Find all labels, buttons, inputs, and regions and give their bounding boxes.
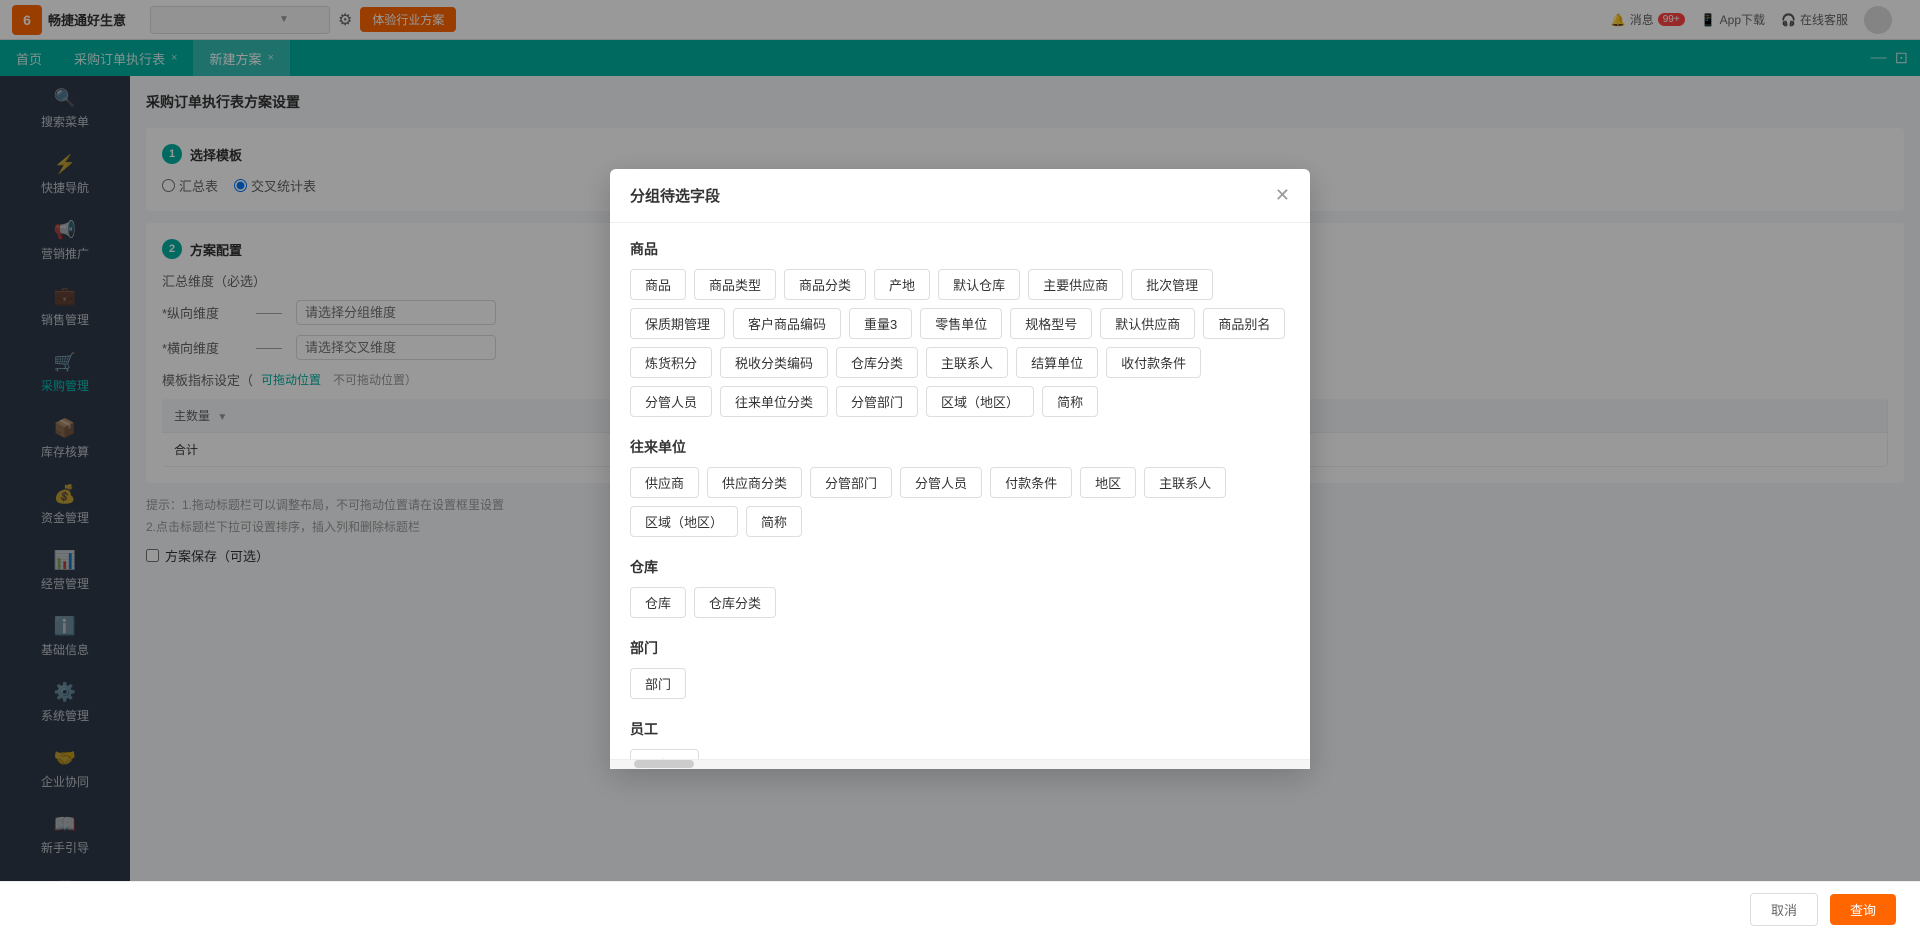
modal-body: 商品商品商品类型商品分类产地默认仓库主要供应商批次管理保质期管理客户商品编码重量… xyxy=(610,223,1310,759)
field-tag-2-1[interactable]: 仓库分类 xyxy=(694,587,776,618)
field-tag-1-7[interactable]: 区域（地区） xyxy=(630,506,738,537)
field-tag-1-3[interactable]: 分管人员 xyxy=(900,467,982,498)
field-tag-0-17[interactable]: 主联系人 xyxy=(926,347,1008,378)
field-tags-0: 商品商品类型商品分类产地默认仓库主要供应商批次管理保质期管理客户商品编码重量3 零… xyxy=(630,269,1290,417)
field-tag-1-1[interactable]: 供应商分类 xyxy=(707,467,802,498)
field-tags-2: 仓库仓库分类 xyxy=(630,587,1290,618)
field-tag-0-18[interactable]: 结算单位 xyxy=(1016,347,1098,378)
field-section-title-4: 员工 xyxy=(630,719,1290,739)
hscroll-thumb[interactable] xyxy=(634,760,694,768)
modal-close-icon[interactable]: ✕ xyxy=(1275,185,1290,206)
modal-cancel-button[interactable]: 取消 xyxy=(1750,893,1818,926)
field-tag-0-24[interactable]: 简称 xyxy=(1042,386,1098,417)
modal-overlay: 分组待选字段 ✕ 商品商品商品类型商品分类产地默认仓库主要供应商批次管理保质期管… xyxy=(0,0,1920,937)
field-tag-0-0[interactable]: 商品 xyxy=(630,269,686,300)
field-section-title-2: 仓库 xyxy=(630,557,1290,577)
field-section-1: 往来单位供应商供应商分类分管部门分管人员付款条件地区主联系人区域（地区） 简称 xyxy=(630,437,1290,537)
field-section-title-0: 商品 xyxy=(630,239,1290,259)
field-tag-0-19[interactable]: 收付款条件 xyxy=(1106,347,1201,378)
field-tag-0-20[interactable]: 分管人员 xyxy=(630,386,712,417)
field-tag-0-3[interactable]: 产地 xyxy=(874,269,930,300)
field-tag-0-1[interactable]: 商品类型 xyxy=(694,269,776,300)
field-tag-0-12[interactable]: 默认供应商 xyxy=(1100,308,1195,339)
field-tag-1-5[interactable]: 地区 xyxy=(1080,467,1136,498)
field-tag-0-22[interactable]: 分管部门 xyxy=(836,386,918,417)
modal-header: 分组待选字段 ✕ xyxy=(610,169,1310,223)
modal-title: 分组待选字段 xyxy=(630,185,720,206)
field-tag-0-4[interactable]: 默认仓库 xyxy=(938,269,1020,300)
modal-footer-bar: 取消 查询 xyxy=(0,881,1920,937)
field-section-title-1: 往来单位 xyxy=(630,437,1290,457)
field-tag-0-8[interactable]: 客户商品编码 xyxy=(733,308,841,339)
field-tag-0-5[interactable]: 主要供应商 xyxy=(1028,269,1123,300)
field-tags-3: 部门 xyxy=(630,668,1290,699)
field-section-3: 部门部门 xyxy=(630,638,1290,699)
field-tag-0-14[interactable]: 炼货积分 xyxy=(630,347,712,378)
field-tag-0-21[interactable]: 往来单位分类 xyxy=(720,386,828,417)
field-tag-1-0[interactable]: 供应商 xyxy=(630,467,699,498)
field-tag-0-6[interactable]: 批次管理 xyxy=(1131,269,1213,300)
field-tags-1: 供应商供应商分类分管部门分管人员付款条件地区主联系人区域（地区） 简称 xyxy=(630,467,1290,537)
field-tag-1-6[interactable]: 主联系人 xyxy=(1144,467,1226,498)
field-tag-1-8[interactable]: 简称 xyxy=(746,506,802,537)
field-tag-0-15[interactable]: 税收分类编码 xyxy=(720,347,828,378)
field-tag-1-4[interactable]: 付款条件 xyxy=(990,467,1072,498)
field-section-title-3: 部门 xyxy=(630,638,1290,658)
field-section-4: 员工业务员 xyxy=(630,719,1290,759)
field-tags-4: 业务员 xyxy=(630,749,1290,759)
field-tag-0-23[interactable]: 区域（地区） xyxy=(926,386,1034,417)
field-tag-0-13[interactable]: 商品别名 xyxy=(1203,308,1285,339)
field-tag-0-10[interactable]: 零售单位 xyxy=(920,308,1002,339)
field-tag-0-16[interactable]: 仓库分类 xyxy=(836,347,918,378)
field-tag-0-11[interactable]: 规格型号 xyxy=(1010,308,1092,339)
field-section-2: 仓库仓库仓库分类 xyxy=(630,557,1290,618)
field-tag-0-2[interactable]: 商品分类 xyxy=(784,269,866,300)
field-select-modal: 分组待选字段 ✕ 商品商品商品类型商品分类产地默认仓库主要供应商批次管理保质期管… xyxy=(610,169,1310,769)
field-section-0: 商品商品商品类型商品分类产地默认仓库主要供应商批次管理保质期管理客户商品编码重量… xyxy=(630,239,1290,417)
field-tag-2-0[interactable]: 仓库 xyxy=(630,587,686,618)
field-tag-0-9[interactable]: 重量3 xyxy=(849,308,912,339)
field-tag-1-2[interactable]: 分管部门 xyxy=(810,467,892,498)
field-tag-4-0[interactable]: 业务员 xyxy=(630,749,699,759)
modal-confirm-button[interactable]: 查询 xyxy=(1830,894,1896,925)
field-tag-3-0[interactable]: 部门 xyxy=(630,668,686,699)
field-tag-0-7[interactable]: 保质期管理 xyxy=(630,308,725,339)
modal-horizontal-scrollbar[interactable] xyxy=(610,759,1310,769)
